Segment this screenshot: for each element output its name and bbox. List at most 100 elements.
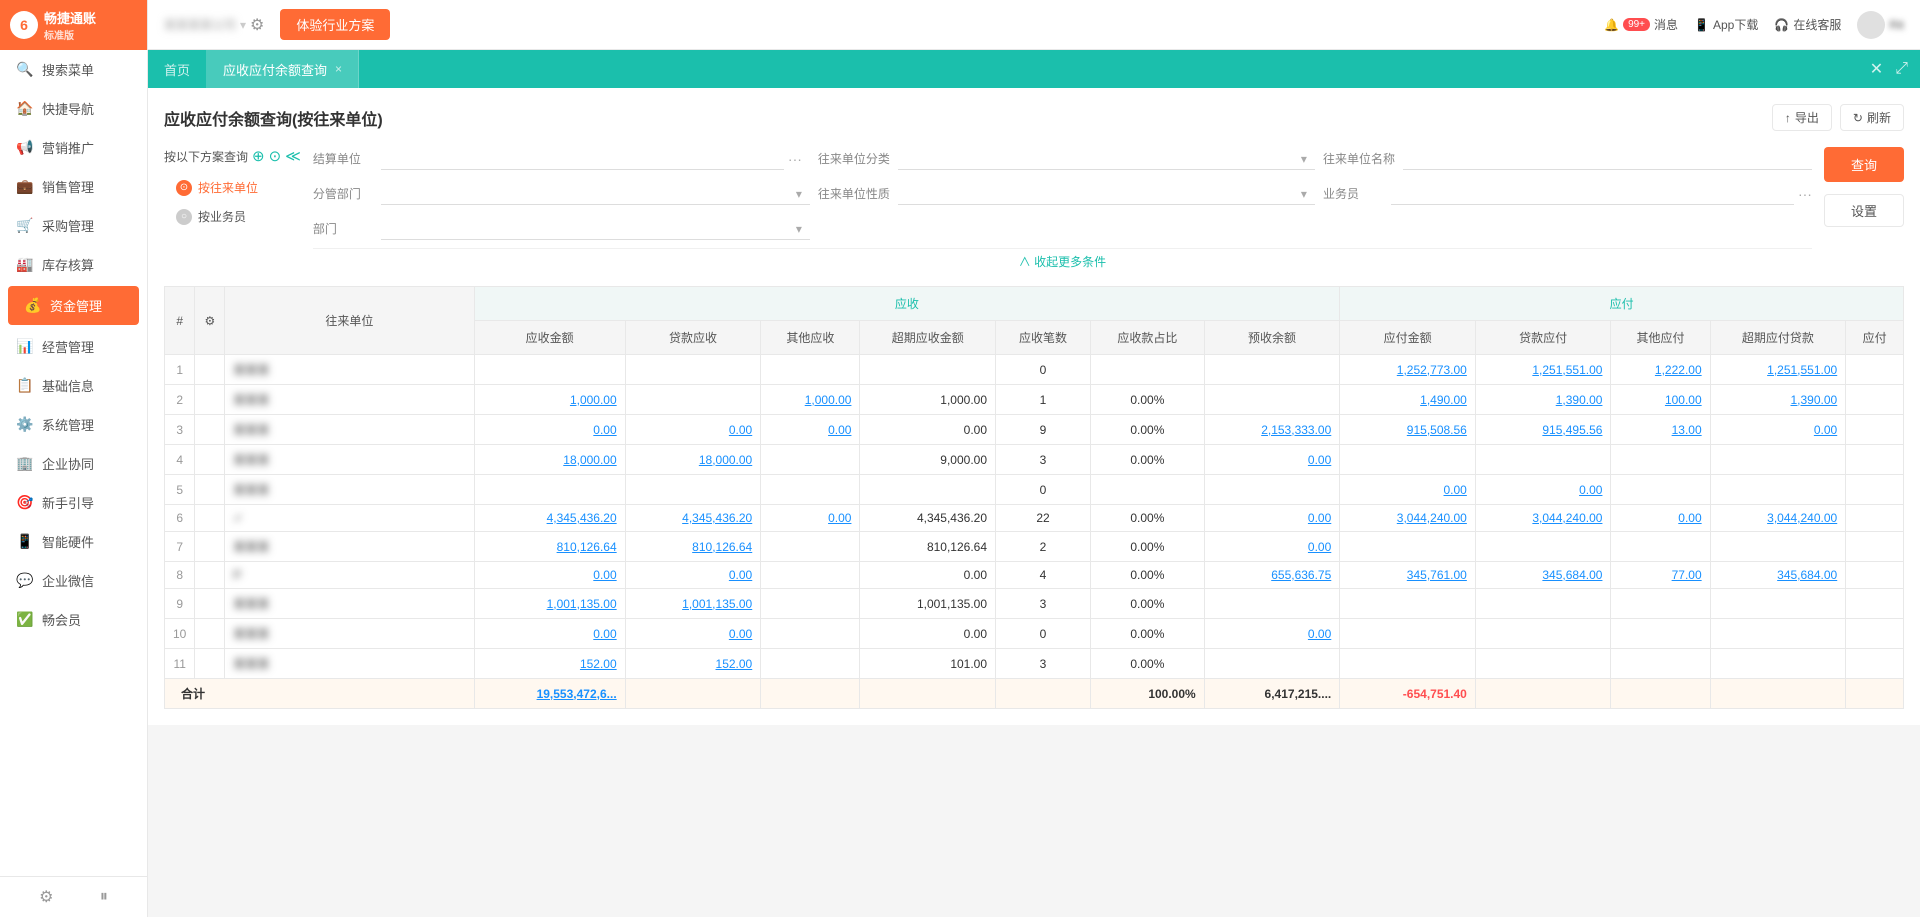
tab-expand-icon[interactable]: ⤢ [1895, 60, 1908, 78]
sidebar-item-member[interactable]: ✅ 畅会员 [0, 600, 147, 639]
table-cell[interactable]: 810,126.64 [474, 532, 625, 562]
tab-ar-ap[interactable]: 应收应付余额查询 × [207, 50, 359, 88]
app-download-item[interactable]: 📱 App下载 [1694, 16, 1758, 33]
settings-button[interactable]: 设置 [1824, 194, 1904, 227]
table-cell[interactable]: 0.00 [625, 619, 761, 649]
table-cell[interactable]: 0.00 [625, 562, 761, 589]
table-cell[interactable]: 3,044,240.00 [1475, 505, 1611, 532]
add-scheme-icon[interactable]: ⊕ [252, 147, 265, 165]
table-cell[interactable]: 1,252,773.00 [1340, 355, 1476, 385]
table-cell[interactable]: 915,508.56 [1340, 415, 1476, 445]
table-cell[interactable]: 18,000.00 [474, 445, 625, 475]
table-cell[interactable]: 1,000.00 [474, 385, 625, 415]
collapse-sidebar-icon[interactable]: ⏸ [100, 888, 108, 906]
sidebar-item-finance[interactable]: 💰 资金管理 [8, 286, 139, 325]
table-cell[interactable]: 0.00 [474, 619, 625, 649]
table-cell[interactable]: 13.00 [1611, 415, 1710, 445]
scheme-item-company[interactable]: ⊙ 按往来单位 [164, 173, 301, 202]
sidebar-item-purchase[interactable]: 🛒 采购管理 [0, 206, 147, 245]
table-cell[interactable]: 345,684.00 [1710, 562, 1846, 589]
table-cell[interactable]: 0.00 [1475, 475, 1611, 505]
table-cell[interactable]: 1,001,135.00 [625, 589, 761, 619]
tab-close-all-icon[interactable]: ✕ [1870, 59, 1883, 79]
table-cell[interactable]: 1,251,551.00 [1710, 355, 1846, 385]
table-cell[interactable]: 0.00 [625, 415, 761, 445]
table-cell: 0.00% [1091, 532, 1205, 562]
table-cell[interactable]: 0.00 [1204, 532, 1340, 562]
table-cell[interactable]: 2,153,333.00 [1204, 415, 1340, 445]
tab-close-icon[interactable]: × [335, 62, 342, 76]
refresh-button[interactable]: ↻ 刷新 [1840, 104, 1904, 131]
table-cell[interactable]: 0.00 [474, 562, 625, 589]
filter-jiesuan-ellipsis[interactable]: ··· [788, 151, 802, 167]
settings-bottom-icon[interactable]: ⚙ [39, 887, 53, 907]
table-cell[interactable]: 1,390.00 [1475, 385, 1611, 415]
sidebar-item-sales[interactable]: 💼 销售管理 [0, 167, 147, 206]
sidebar-item-operation[interactable]: 📊 经营管理 [0, 327, 147, 366]
export-button[interactable]: ↑ 导出 [1772, 104, 1832, 131]
table-cell[interactable]: 1,251,551.00 [1475, 355, 1611, 385]
header-gear-icon[interactable]: ⚙ [250, 15, 264, 35]
scheme-collapse-icon[interactable]: ≪ [285, 147, 301, 165]
table-cell[interactable]: 4,345,436.20 [474, 505, 625, 532]
table-cell: 0.00 [860, 415, 996, 445]
scheme-item-salesman[interactable]: ○ 按业务员 [164, 202, 301, 231]
table-cell[interactable]: 3,044,240.00 [1710, 505, 1846, 532]
filter-yewuyuan-input[interactable] [1391, 182, 1794, 205]
sidebar-item-hardware[interactable]: 📱 智能硬件 [0, 522, 147, 561]
filter-bumen-select[interactable] [381, 217, 810, 240]
table-cell[interactable]: 0.00 [474, 415, 625, 445]
table-cell[interactable]: 100.00 [1611, 385, 1710, 415]
table-cell[interactable]: 1,000.00 [761, 385, 860, 415]
sidebar-item-corp[interactable]: 🏢 企业协同 [0, 444, 147, 483]
filter-xingzhi-select[interactable] [898, 182, 1315, 205]
service-icon: 🎧 [1774, 18, 1789, 32]
table-cell[interactable]: 18,000.00 [625, 445, 761, 475]
table-cell[interactable]: 1,001,135.00 [474, 589, 625, 619]
filter-row-3: 部门 ▾ [313, 217, 1812, 240]
col-settings[interactable]: ⚙ [195, 287, 225, 355]
table-cell[interactable]: 152.00 [625, 649, 761, 679]
table-cell[interactable]: 915,495.56 [1475, 415, 1611, 445]
filter-jiesuan-input[interactable] [381, 147, 784, 170]
table-cell[interactable]: 1,490.00 [1340, 385, 1476, 415]
filter-yewuyuan-ellipsis[interactable]: ··· [1798, 186, 1812, 202]
table-cell[interactable]: 3,044,240.00 [1340, 505, 1476, 532]
table-cell[interactable]: 1,222.00 [1611, 355, 1710, 385]
notifications-item[interactable]: 🔔 99+ 消息 [1604, 16, 1678, 33]
table-cell[interactable]: 0.00 [1204, 619, 1340, 649]
sidebar-item-guide[interactable]: 🎯 新手引导 [0, 483, 147, 522]
filter-fenguan-select[interactable] [381, 182, 810, 205]
table-cell[interactable]: 0.00 [1340, 475, 1476, 505]
scheme-settings-icon[interactable]: ⊙ [269, 147, 282, 165]
table-cell[interactable]: 152.00 [474, 649, 625, 679]
query-button[interactable]: 查询 [1824, 147, 1904, 182]
filter-fenlei-select[interactable] [898, 147, 1315, 170]
solution-button[interactable]: 体验行业方案 [280, 9, 390, 40]
table-cell[interactable]: 77.00 [1611, 562, 1710, 589]
table-cell[interactable]: 4,345,436.20 [625, 505, 761, 532]
sidebar-item-basic[interactable]: 📋 基础信息 [0, 366, 147, 405]
table-cell[interactable]: 655,636.75 [1204, 562, 1340, 589]
sidebar-item-inventory[interactable]: 🏭 库存核算 [0, 245, 147, 284]
table-cell[interactable]: 345,761.00 [1340, 562, 1476, 589]
table-cell[interactable]: 0.00 [761, 505, 860, 532]
tab-home[interactable]: 首页 [148, 50, 207, 88]
table-cell[interactable]: 0.00 [1710, 415, 1846, 445]
sidebar-item-quick[interactable]: 🏠 快捷导航 [0, 89, 147, 128]
table-cell[interactable]: 0.00 [1611, 505, 1710, 532]
online-service-item[interactable]: 🎧 在线客服 [1774, 16, 1841, 33]
table-cell[interactable]: 345,684.00 [1475, 562, 1611, 589]
sidebar-item-marketing[interactable]: 📢 营销推广 [0, 128, 147, 167]
table-cell[interactable]: 0.00 [761, 415, 860, 445]
sidebar-item-system[interactable]: ⚙️ 系统管理 [0, 405, 147, 444]
collapse-button[interactable]: ∧ 收起更多条件 [313, 248, 1812, 274]
table-cell[interactable]: 0.00 [1204, 445, 1340, 475]
user-avatar[interactable]: Rit [1857, 11, 1904, 39]
sidebar-item-search[interactable]: 🔍 搜索菜单 [0, 50, 147, 89]
table-cell[interactable]: 1,390.00 [1710, 385, 1846, 415]
sidebar-item-wechat[interactable]: 💬 企业微信 [0, 561, 147, 600]
table-cell[interactable]: 810,126.64 [625, 532, 761, 562]
table-cell[interactable]: 0.00 [1204, 505, 1340, 532]
filter-wanglai-input[interactable] [1403, 147, 1812, 170]
